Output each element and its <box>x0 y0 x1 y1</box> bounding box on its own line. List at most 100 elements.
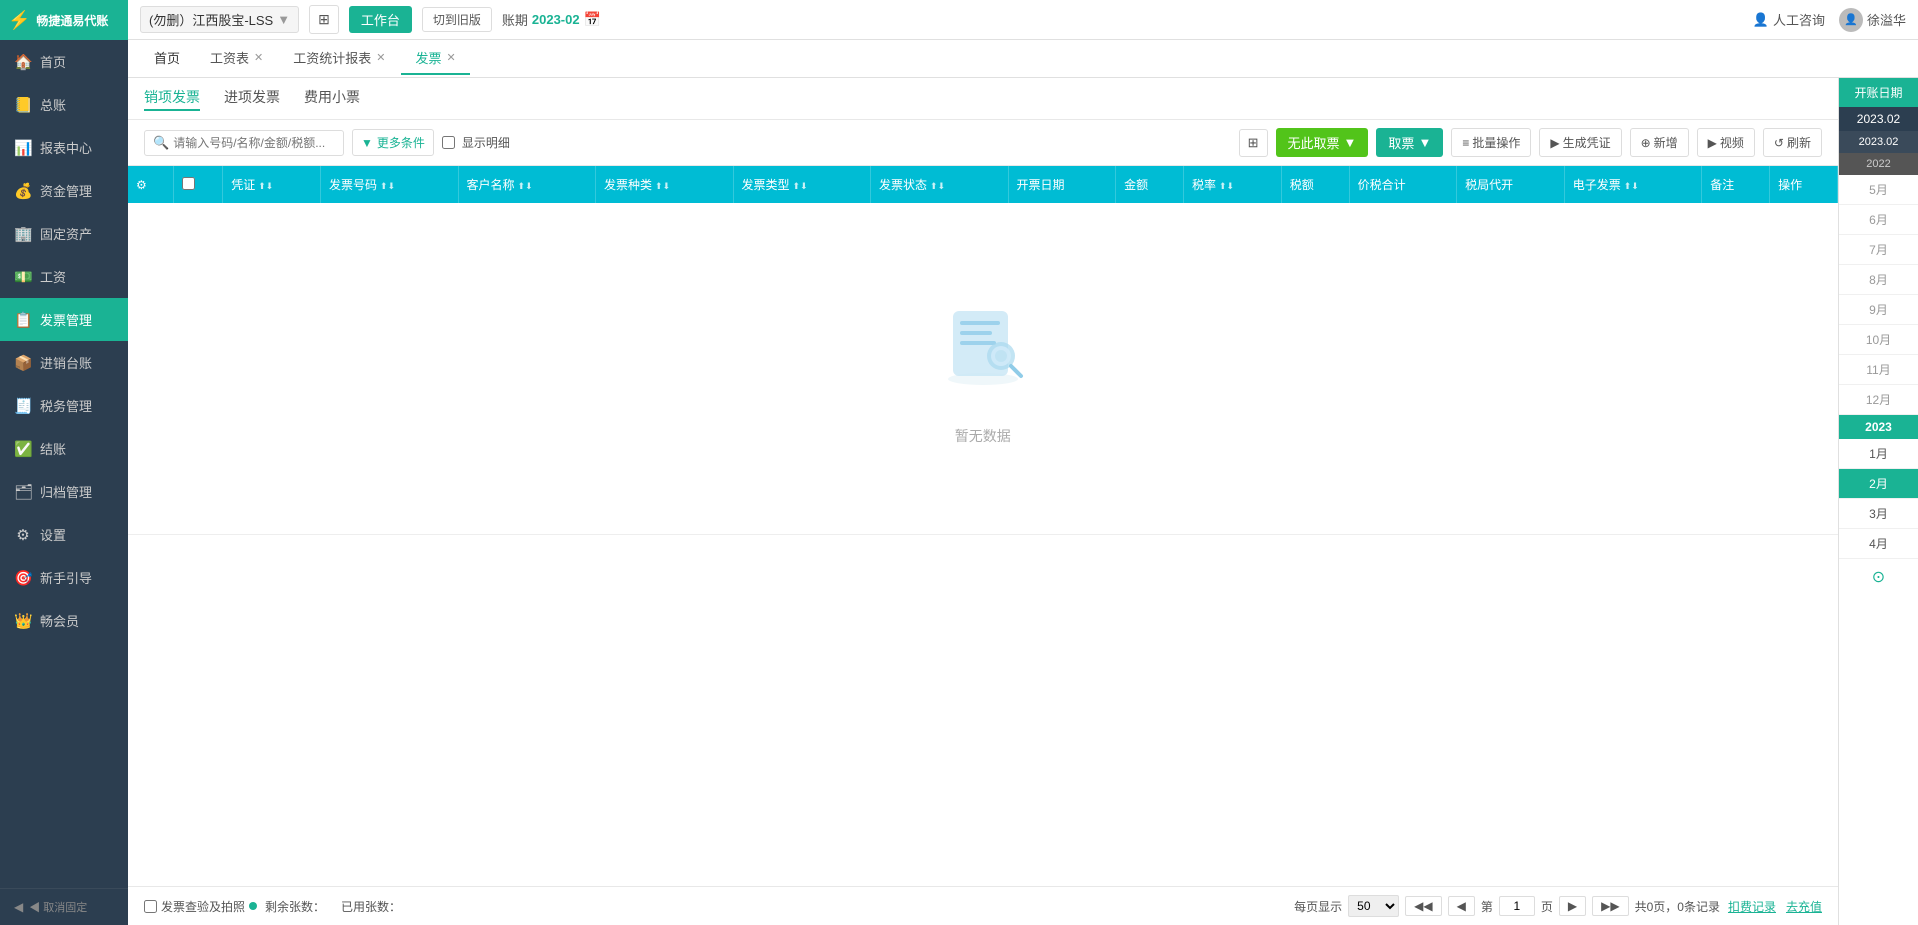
charge-record-link[interactable]: 扣费记录 <box>1728 898 1776 915</box>
invoice-verify-check[interactable]: 发票查验及拍照 <box>144 898 257 915</box>
sub-tab-0[interactable]: 销项发票 <box>144 87 200 111</box>
fetch-ticket-button[interactable]: 取票 ▼ <box>1376 128 1443 157</box>
date-month-prev-8月[interactable]: 8月 <box>1839 265 1918 295</box>
date-month-prev-9月[interactable]: 9月 <box>1839 295 1918 325</box>
per-page-select[interactable]: 50 100 200 <box>1348 895 1399 917</box>
col-header-3[interactable]: 发票号码⬆⬇ <box>321 166 459 203</box>
sidebar-label-4: 固定资产 <box>40 224 92 243</box>
date-month-prev-12月[interactable]: 12月 <box>1839 385 1918 415</box>
tab-0[interactable]: 首页 <box>140 42 194 75</box>
filter-icon: ▼ <box>361 136 373 150</box>
tab-3[interactable]: 发票✕ <box>401 42 469 75</box>
col-header-16: 操作 <box>1770 166 1838 203</box>
new-button[interactable]: ⊕ 新增 <box>1630 128 1689 157</box>
no-ticket-button[interactable]: 无此取票 ▼ <box>1276 128 1369 157</box>
recharge-link[interactable]: 去充值 <box>1786 898 1822 915</box>
sidebar-item-进销台账[interactable]: 📦 进销台账 <box>0 341 128 384</box>
sidebar-item-新手引导[interactable]: 🎯 新手引导 <box>0 556 128 599</box>
company-name: (勿删）江西股宝-LSS <box>149 10 273 29</box>
filter-button[interactable]: ▼ 更多条件 <box>352 129 434 156</box>
company-selector[interactable]: (勿删）江西股宝-LSS ▼ <box>140 6 299 33</box>
next-page-btn[interactable]: ▶ <box>1559 896 1586 916</box>
sidebar-item-固定资产[interactable]: 🏢 固定资产 <box>0 212 128 255</box>
workspace-button[interactable]: 工作台 <box>349 6 412 33</box>
col-header-11: 税额 <box>1281 166 1349 203</box>
date-open-period-header[interactable]: 开账日期 <box>1839 78 1918 107</box>
col-header-4[interactable]: 客户名称⬆⬇ <box>458 166 596 203</box>
date-month-prev-7月[interactable]: 7月 <box>1839 235 1918 265</box>
current-year-header[interactable]: 2023 <box>1839 415 1918 439</box>
sort-icon-10: ⬆⬇ <box>1219 181 1234 191</box>
sidebar-item-归档管理[interactable]: 🗂 归档管理 <box>0 470 128 513</box>
display-detail-check[interactable] <box>442 136 455 149</box>
sidebar-item-发票管理[interactable]: 📋 发票管理 <box>0 298 128 341</box>
sidebar-item-首页[interactable]: 🏠 首页 <box>0 40 128 83</box>
year-2023-header2[interactable]: 2023.02 <box>1839 131 1918 153</box>
sidebar-item-总账[interactable]: 📒 总账 <box>0 83 128 126</box>
date-month-curr-2月[interactable]: 2月 <box>1839 469 1918 499</box>
date-month-prev-6月[interactable]: 6月 <box>1839 205 1918 235</box>
display-detail-checkbox[interactable]: 显示明细 <box>442 134 510 151</box>
sidebar-item-报表中心[interactable]: 📊 报表中心 <box>0 126 128 169</box>
sidebar-item-工资[interactable]: 💵 工资 <box>0 255 128 298</box>
user-menu[interactable]: 👤 徐溢华 <box>1839 8 1906 32</box>
tab-label-2: 工资统计报表 <box>293 48 371 67</box>
col-header-7[interactable]: 发票状态⬆⬇ <box>871 166 1009 203</box>
generate-cert-button[interactable]: ▶ 生成凭证 <box>1539 128 1621 157</box>
col-header-14[interactable]: 电子发票⬆⬇ <box>1564 166 1702 203</box>
search-box[interactable]: 🔍 <box>144 130 344 156</box>
sub-tab-1[interactable]: 进项发票 <box>224 87 280 111</box>
prev-page-btn[interactable]: ◀ <box>1448 896 1475 916</box>
status-dot <box>249 902 257 910</box>
date-month-curr-4月[interactable]: 4月 <box>1839 529 1918 559</box>
prev-year-header[interactable]: 2022 <box>1839 153 1918 175</box>
settings-icon[interactable]: ⚙ <box>136 178 147 192</box>
col-header-10[interactable]: 税率⬆⬇ <box>1183 166 1281 203</box>
footer: 发票查验及拍照 剩余张数： 已用张数： 每页显示 50 100 200 <box>128 886 1838 925</box>
date-month-curr-3月[interactable]: 3月 <box>1839 499 1918 529</box>
date-month-prev-10月[interactable]: 10月 <box>1839 325 1918 355</box>
scroll-down-btn[interactable]: ⊙ <box>1839 559 1918 595</box>
switch-old-button[interactable]: 切到旧版 <box>422 7 492 32</box>
tab-close-3[interactable]: ✕ <box>447 51 456 64</box>
sort-icon-3: ⬆⬇ <box>380 181 395 191</box>
date-header-label: 开账日期 <box>1854 86 1902 100</box>
empty-row: 暂无数据 <box>128 203 1838 535</box>
company-copy-btn[interactable]: ⊞ <box>309 5 339 34</box>
video-button[interactable]: ▶ 视频 <box>1697 128 1755 157</box>
used-label: 已用张数： <box>341 898 401 915</box>
tab-label-1: 工资表 <box>210 48 249 67</box>
page-input[interactable] <box>1499 896 1535 916</box>
select-all-checkbox[interactable] <box>182 177 195 190</box>
tab-2[interactable]: 工资统计报表 ✕ <box>279 42 399 75</box>
period-calendar-icon[interactable]: 📅 <box>584 11 601 28</box>
username: 徐溢华 <box>1867 10 1906 29</box>
grid-icon-btn[interactable]: ⊞ <box>1239 129 1268 157</box>
col-header-2[interactable]: 凭证⬆⬇ <box>223 166 321 203</box>
last-page-btn[interactable]: ▶▶ <box>1592 896 1628 916</box>
refresh-button[interactable]: ↺ 刷新 <box>1763 128 1822 157</box>
invoice-verify-checkbox[interactable] <box>144 900 157 913</box>
sidebar-item-资金管理[interactable]: 💰 资金管理 <box>0 169 128 212</box>
date-month-prev-5月[interactable]: 5月 <box>1839 175 1918 205</box>
col-header-1 <box>173 166 223 203</box>
collapse-label: ◀ 取消固定 <box>29 899 87 915</box>
batch-op-button[interactable]: ≡ 批量操作 <box>1451 128 1531 157</box>
support-link[interactable]: 👤 人工咨询 <box>1753 10 1825 29</box>
search-input[interactable] <box>173 136 333 150</box>
tab-close-1[interactable]: ✕ <box>254 51 263 64</box>
sidebar-item-设置[interactable]: ⚙ 设置 <box>0 513 128 556</box>
sub-tab-2[interactable]: 费用小票 <box>304 87 360 111</box>
sidebar-item-税务管理[interactable]: 🧾 税务管理 <box>0 384 128 427</box>
sidebar-item-结账[interactable]: ✅ 结账 <box>0 427 128 470</box>
year-2023-header[interactable]: 2023.02 <box>1839 107 1918 131</box>
date-month-prev-11月[interactable]: 11月 <box>1839 355 1918 385</box>
col-header-6[interactable]: 发票类型⬆⬇ <box>733 166 871 203</box>
tab-close-2[interactable]: ✕ <box>376 51 385 64</box>
sidebar-collapse-btn[interactable]: ◀ ◀ 取消固定 <box>0 888 128 925</box>
tab-1[interactable]: 工资表 ✕ <box>196 42 277 75</box>
sidebar-item-畅会员[interactable]: 👑 畅会员 <box>0 599 128 642</box>
first-page-btn[interactable]: ◀◀ <box>1405 896 1441 916</box>
col-header-5[interactable]: 发票种类⬆⬇ <box>596 166 734 203</box>
date-month-curr-1月[interactable]: 1月 <box>1839 439 1918 469</box>
